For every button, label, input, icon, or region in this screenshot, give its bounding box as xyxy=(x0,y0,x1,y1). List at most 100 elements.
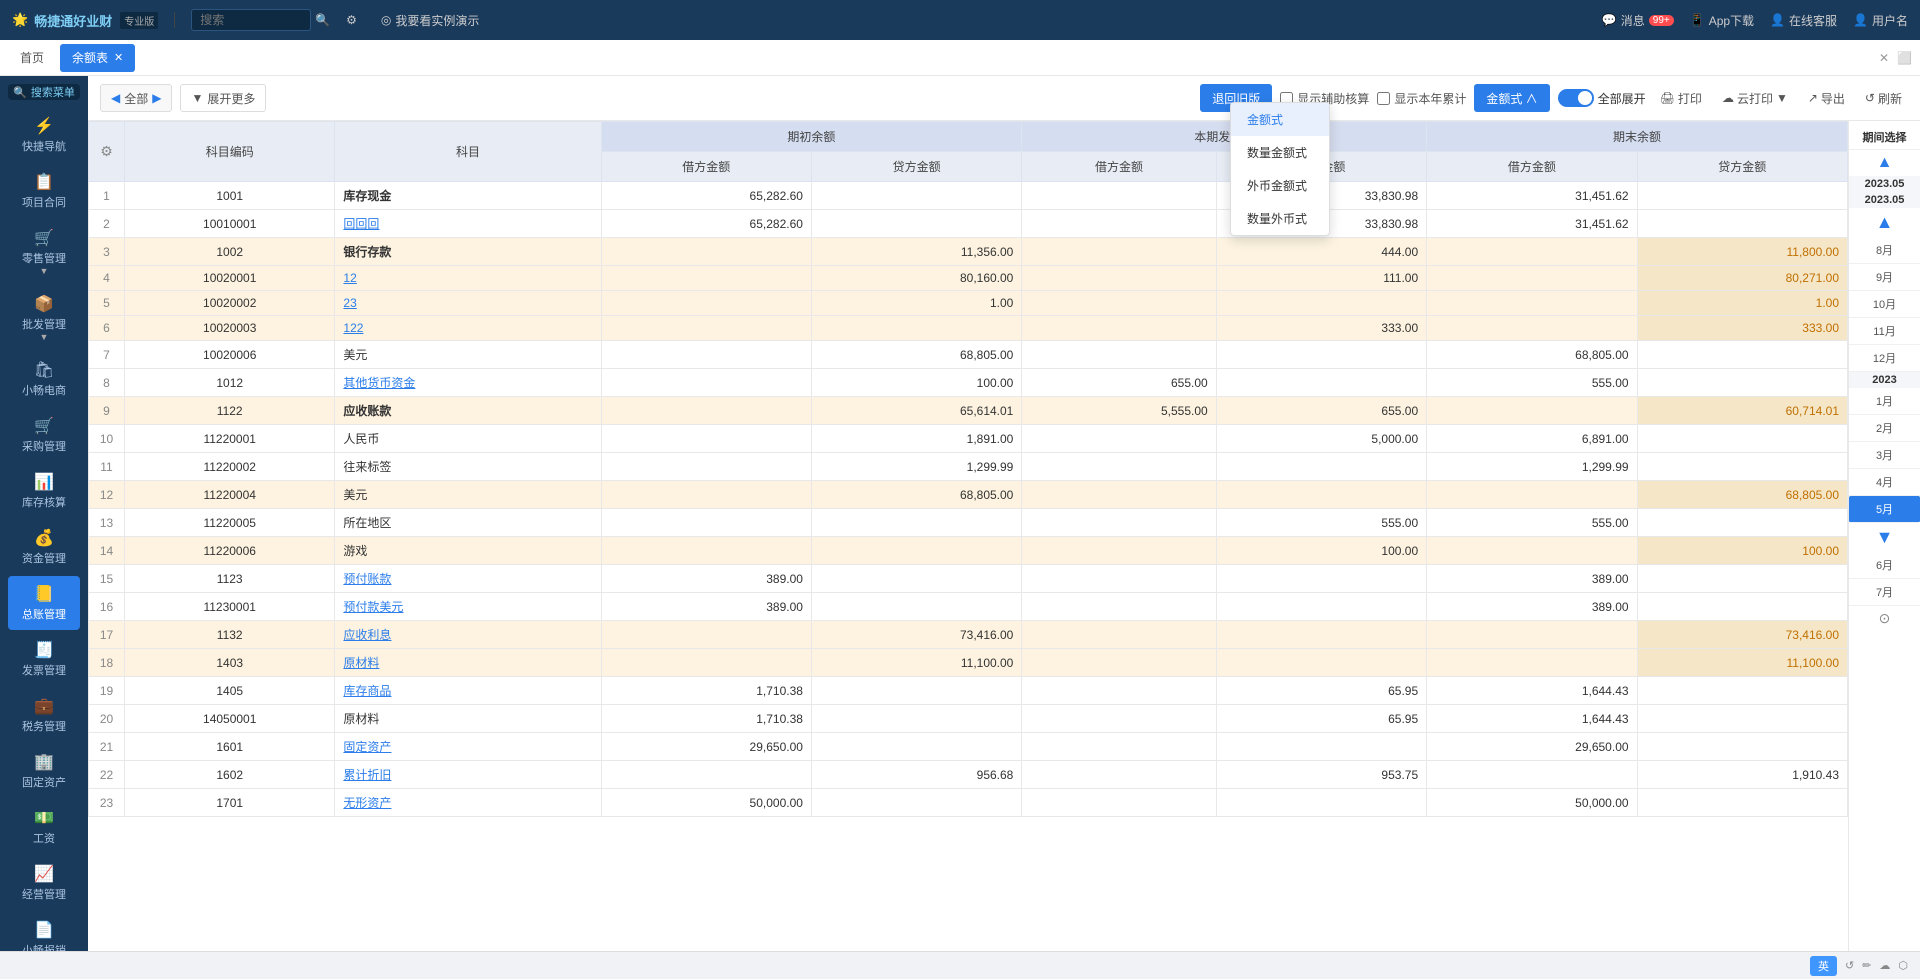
sidebar-item-ledger[interactable]: 📒 总账管理 xyxy=(8,576,80,630)
status-btn-3[interactable]: ✏ xyxy=(1862,959,1871,972)
table-row-name[interactable]: 预付账款 xyxy=(335,565,601,593)
opening-credit-label: 贷方金额 xyxy=(893,160,941,174)
tab-maximize-icon[interactable]: ⬜ xyxy=(1897,51,1912,65)
status-btn-1[interactable]: 英 xyxy=(1810,956,1837,976)
dropdown-item-amount[interactable]: 金额式 xyxy=(1231,103,1329,136)
date-month-10[interactable]: 10月 xyxy=(1849,291,1920,318)
show-ytd-input[interactable] xyxy=(1377,92,1390,105)
table-settings-icon[interactable]: ⚙ xyxy=(100,143,113,159)
table-row-name[interactable]: 回回回 xyxy=(335,210,601,238)
sidebar-item-wholesale[interactable]: 📦 批发管理 ▼ xyxy=(8,286,80,350)
table-row-num: 16 xyxy=(89,593,125,621)
dropdown-item-foreign-amount[interactable]: 外币金额式 xyxy=(1231,169,1329,202)
date-month-1[interactable]: 1月 xyxy=(1849,388,1920,415)
table-row-name[interactable]: 其他货币资金 xyxy=(335,369,601,397)
sidebar-item-fixed-assets[interactable]: 🏢 固定资产 xyxy=(8,744,80,798)
table-row-name[interactable]: 库存商品 xyxy=(335,677,601,705)
sidebar-item-quick-nav[interactable]: ⚡ 快捷导航 xyxy=(8,108,80,162)
user-avatar[interactable]: 👤 用户名 xyxy=(1853,12,1908,29)
dropdown-item-qty-amount[interactable]: 数量金额式 xyxy=(1231,136,1329,169)
top-search-input[interactable] xyxy=(191,9,311,31)
table-row-name[interactable]: 预付款美元 xyxy=(335,593,601,621)
tab-balance[interactable]: 余额表 ✕ xyxy=(60,44,135,72)
table-row-code: 1001 xyxy=(125,182,335,210)
tab-home[interactable]: 首页 xyxy=(8,44,56,72)
demo-link[interactable]: ◎ 我要看实例演示 xyxy=(381,12,480,29)
date-month-9[interactable]: 9月 xyxy=(1849,264,1920,291)
date-month-12[interactable]: 12月 xyxy=(1849,345,1920,372)
table-row-name[interactable]: 12 xyxy=(335,266,601,291)
date-month-4[interactable]: 4月 xyxy=(1849,469,1920,496)
table-row-opening_credit: 73,416.00 xyxy=(811,621,1021,649)
table-row-name[interactable]: 23 xyxy=(335,291,601,316)
date-nav-up[interactable]: ▲ xyxy=(1849,150,1920,176)
opening-header-label: 期初余额 xyxy=(787,130,835,144)
status-btn-2[interactable]: ↺ xyxy=(1845,959,1854,972)
sidebar-search[interactable]: 🔍 搜索菜单 xyxy=(8,84,80,100)
sidebar-search-label: 搜索菜单 xyxy=(31,84,75,100)
filter-all-btn[interactable]: ◀ 全部 ▶ xyxy=(100,84,172,112)
print-btn[interactable]: 🖨 打印 xyxy=(1654,86,1708,111)
sidebar-item-purchase[interactable]: 🛒 采购管理 xyxy=(8,408,80,462)
date-nav-collapse[interactable]: ⊙ xyxy=(1849,606,1920,631)
view-mode-btn[interactable]: 金额式 ∧ xyxy=(1474,84,1549,112)
cloud-print-btn[interactable]: ☁ 云打印 ▼ xyxy=(1716,86,1794,111)
date-scroll-up[interactable]: ▲ xyxy=(1849,208,1920,237)
table-row-name[interactable]: 固定资产 xyxy=(335,733,601,761)
show-ytd-checkbox[interactable]: 显示本年累计 xyxy=(1377,90,1466,107)
username-label: 用户名 xyxy=(1872,12,1908,29)
table-row-name: 美元 xyxy=(335,341,601,369)
tab-close-icon[interactable]: ✕ xyxy=(114,51,123,64)
date-month-6[interactable]: 6月 xyxy=(1849,552,1920,579)
sidebar-item-invoice[interactable]: 🧾 发票管理 xyxy=(8,632,80,686)
refresh-btn[interactable]: ↺ 刷新 xyxy=(1859,86,1908,111)
sidebar-item-project[interactable]: 📋 项目合同 xyxy=(8,164,80,218)
date-month-5[interactable]: 5月 xyxy=(1849,496,1920,523)
message-btn[interactable]: 💬 消息 99+ xyxy=(1602,12,1674,29)
table-row-closing_debit: 1,299.99 xyxy=(1427,453,1637,481)
date-month-8[interactable]: 8月 xyxy=(1849,237,1920,264)
tax-icon: 💼 xyxy=(12,696,76,716)
export-btn[interactable]: ↗ 导出 xyxy=(1802,86,1851,111)
payroll-icon: 💵 xyxy=(12,808,76,828)
sidebar-item-inventory[interactable]: 📊 库存核算 xyxy=(8,464,80,518)
purchase-label: 采购管理 xyxy=(12,438,76,454)
toggle-track[interactable] xyxy=(1558,89,1594,107)
dropdown-item-qty-foreign[interactable]: 数量外币式 xyxy=(1231,202,1329,235)
table-row-name[interactable]: 无形资产 xyxy=(335,789,601,817)
table-row-code: 1405 xyxy=(125,677,335,705)
tab-balance-label: 余额表 xyxy=(72,49,108,66)
sidebar-item-funds[interactable]: 💰 资金管理 xyxy=(8,520,80,574)
sidebar-item-payroll[interactable]: 💵 工资 xyxy=(8,800,80,854)
search-bar[interactable]: 🔍 xyxy=(191,9,330,31)
sidebar-item-retail[interactable]: 🛒 零售管理 ▼ xyxy=(8,220,80,284)
date-month-2[interactable]: 2月 xyxy=(1849,415,1920,442)
status-btn-4[interactable]: ☁ xyxy=(1879,959,1890,972)
app-download-btn[interactable]: 📱 App下载 xyxy=(1690,12,1754,29)
date-month-11[interactable]: 11月 xyxy=(1849,318,1920,345)
expand-more-btn[interactable]: ▼ 展开更多 xyxy=(180,84,266,112)
table-row-name[interactable]: 122 xyxy=(335,316,601,341)
sidebar-item-tax[interactable]: 💼 税务管理 xyxy=(8,688,80,742)
export-label: 导出 xyxy=(1821,90,1845,107)
table-row-name: 银行存款 xyxy=(335,238,601,266)
table-row-period_debit: 5,555.00 xyxy=(1022,397,1216,425)
col-settings[interactable]: ⚙ xyxy=(89,122,125,182)
status-btn-5[interactable]: ⬡ xyxy=(1898,959,1908,972)
settings-btn[interactable]: ⚙ xyxy=(346,13,357,27)
table-container[interactable]: ⚙ 科目编码 科目 期初余额 本 xyxy=(88,121,1848,979)
tab-close-all-icon[interactable]: ✕ xyxy=(1879,51,1889,65)
expand-toggle[interactable]: 全部展开 xyxy=(1558,89,1646,107)
online-service-btn[interactable]: 👤 在线客服 xyxy=(1770,12,1837,29)
sidebar-item-ecommerce[interactable]: 🛍 小畅电商 xyxy=(8,352,80,406)
date-month-3[interactable]: 3月 xyxy=(1849,442,1920,469)
table-row-name[interactable]: 累计折旧 xyxy=(335,761,601,789)
tax-label: 税务管理 xyxy=(12,718,76,734)
table-row-name[interactable]: 原材料 xyxy=(335,649,601,677)
wholesale-icon: 📦 xyxy=(12,294,76,314)
date-scroll-down[interactable]: ▼ xyxy=(1849,523,1920,552)
table-row-name[interactable]: 应收利息 xyxy=(335,621,601,649)
sidebar-item-operations[interactable]: 📈 经营管理 xyxy=(8,856,80,910)
table-row-closing_debit: 389.00 xyxy=(1427,565,1637,593)
date-month-7[interactable]: 7月 xyxy=(1849,579,1920,606)
